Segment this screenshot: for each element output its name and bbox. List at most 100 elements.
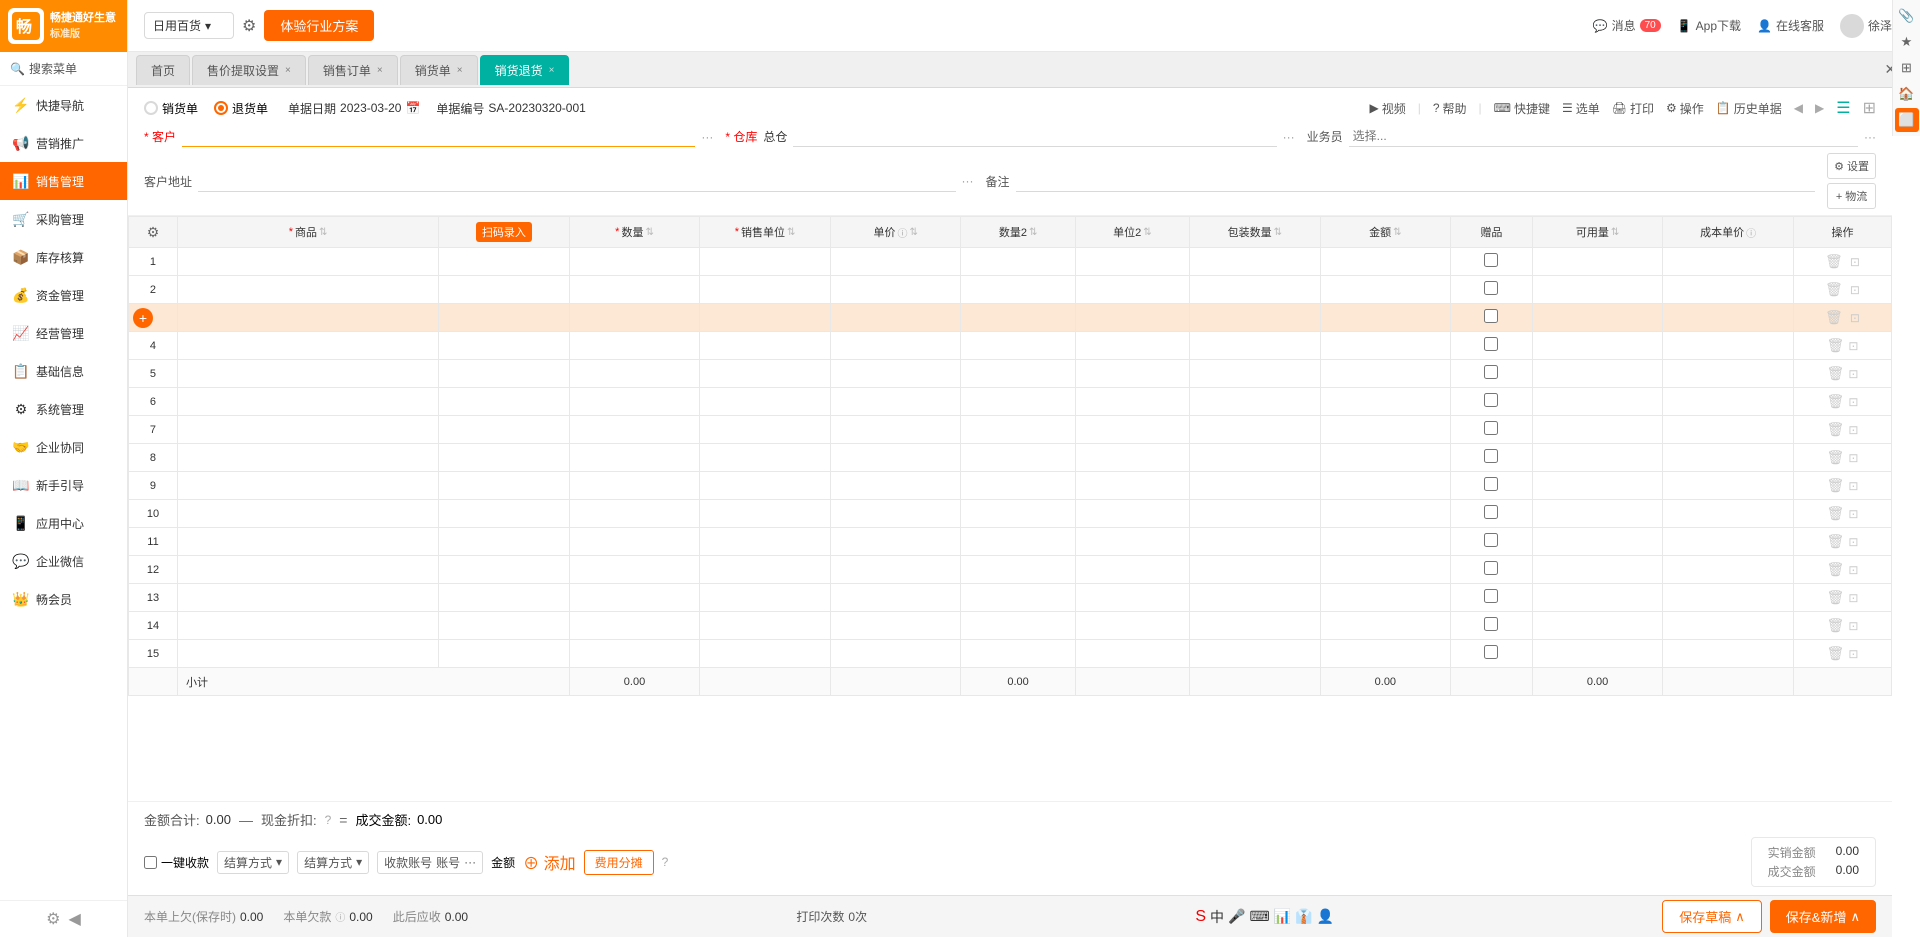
qty2-cell[interactable] — [961, 304, 1075, 332]
product-cell[interactable] — [177, 528, 438, 556]
product-cell[interactable] — [177, 276, 438, 304]
gift-checkbox[interactable] — [1484, 561, 1498, 575]
sidebar-settings-btn[interactable]: ⚙ — [46, 909, 60, 929]
doc-select-btn[interactable]: ☰ 选单 — [1562, 100, 1600, 117]
radio-sales-delivery[interactable]: 销货单 — [144, 100, 198, 117]
sidebar-item-sales[interactable]: 📊 销售管理 — [0, 162, 127, 200]
pack-cell[interactable] — [1189, 276, 1320, 304]
add-row-fee-btn[interactable]: ⊕ 添加 — [523, 850, 575, 874]
product-cell[interactable] — [177, 584, 438, 612]
salesperson-select-btn[interactable]: ··· — [1864, 130, 1876, 144]
sidebar-item-basic[interactable]: 📋 基础信息 — [0, 352, 127, 390]
copy-row-btn[interactable]: ⊡ — [1848, 619, 1858, 633]
gift-checkbox[interactable] — [1484, 645, 1498, 659]
delete-row-btn[interactable]: 🗑 — [1827, 505, 1845, 521]
copy-row-btn[interactable]: ⊡ — [1850, 255, 1860, 269]
one-click-payment-checkbox[interactable]: 一键收款 — [144, 854, 209, 871]
sidebar-item-wechat[interactable]: 💬 企业微信 — [0, 542, 127, 580]
fee-split-btn[interactable]: 费用分摊 — [584, 850, 654, 875]
tab-sales-delivery-close[interactable]: × — [457, 65, 463, 76]
product-cell[interactable] — [177, 472, 438, 500]
product-cell-active[interactable] — [177, 304, 438, 332]
amount-cell[interactable] — [1320, 304, 1451, 332]
unit2-cell[interactable] — [1075, 248, 1189, 276]
avail-cell[interactable] — [1532, 304, 1663, 332]
product-input-active[interactable] — [182, 312, 434, 324]
settings-btn[interactable]: ⚙ 设置 — [1827, 153, 1876, 179]
grid-view-btn[interactable]: ⊞ — [1863, 98, 1876, 118]
unit-cell[interactable] — [700, 276, 831, 304]
gift-checkbox[interactable] — [1484, 617, 1498, 631]
sidebar-item-purchase[interactable]: 🛒 采购管理 — [0, 200, 127, 238]
sidebar-collapse-btn[interactable]: ◀ — [69, 909, 81, 929]
doc-print-btn[interactable]: 🖨 打印 — [1612, 100, 1654, 117]
delete-row-btn[interactable]: 🗑 — [1827, 421, 1845, 437]
app-download-btn[interactable]: 📱 App下载 — [1677, 17, 1741, 34]
tab-sales-delivery[interactable]: 销货单 × — [400, 55, 478, 85]
product-input[interactable] — [182, 256, 434, 268]
price-cell[interactable] — [830, 248, 961, 276]
delete-row-btn[interactable]: 🗑 — [1827, 365, 1845, 381]
product-cell[interactable] — [177, 332, 438, 360]
delete-row-btn[interactable]: 🗑 — [1827, 393, 1845, 409]
gift-checkbox[interactable] — [1484, 365, 1498, 379]
sidebar-item-marketing[interactable]: 📢 营销推广 — [0, 124, 127, 162]
sidebar-item-quicknav[interactable]: ⚡ 快捷导航 — [0, 86, 127, 124]
customer-service-btn[interactable]: 👤 在线客服 — [1757, 17, 1824, 34]
sidebar-item-enterprise[interactable]: 🤝 企业协同 — [0, 428, 127, 466]
gift-checkbox[interactable] — [1484, 309, 1498, 323]
amount-sort-icon[interactable]: ⇅ — [1393, 227, 1401, 238]
calendar-icon[interactable]: 📅 — [405, 101, 420, 115]
gift-checkbox[interactable] — [1484, 589, 1498, 603]
delete-row-btn[interactable]: 🗑 — [1827, 337, 1845, 353]
one-click-payment-input[interactable] — [144, 856, 157, 869]
delete-row-btn[interactable]: 🗑 — [1827, 533, 1845, 549]
delete-row-btn[interactable]: 🗑 — [1827, 617, 1845, 633]
unit2-cell[interactable] — [1075, 304, 1189, 332]
gift-checkbox[interactable] — [1484, 337, 1498, 351]
delete-row-btn[interactable]: 🗑 — [1827, 561, 1845, 577]
copy-row-btn[interactable]: ⊡ — [1848, 479, 1858, 493]
save-new-btn[interactable]: 保存&新增 ∧ — [1770, 900, 1876, 933]
doc-history-btn[interactable]: 📋 历史单据 — [1716, 100, 1782, 117]
gift-checkbox[interactable] — [1484, 393, 1498, 407]
price-cell[interactable] — [830, 276, 961, 304]
warehouse-input[interactable] — [793, 126, 1276, 147]
gift-checkbox[interactable] — [1484, 449, 1498, 463]
search-menu-item[interactable]: 🔍 搜索菜单 — [0, 52, 127, 86]
product-cell[interactable] — [177, 612, 438, 640]
copy-row-btn[interactable]: ⊡ — [1848, 423, 1858, 437]
gift-checkbox[interactable] — [1484, 281, 1498, 295]
delete-row-btn[interactable]: 🗑 — [1825, 309, 1843, 325]
print-count-item[interactable]: 打印次数 0次 — [796, 908, 867, 925]
customer-input[interactable] — [182, 126, 695, 147]
delete-row-btn[interactable]: 🗑 — [1825, 253, 1843, 269]
tab-sales-return-close[interactable]: × — [549, 65, 555, 76]
doc-shortcut-btn[interactable]: ⌨ 快捷键 — [1494, 100, 1550, 117]
gift-checkbox[interactable] — [1484, 253, 1498, 267]
copy-row-btn[interactable]: ⊡ — [1848, 395, 1858, 409]
product-cell[interactable] — [177, 556, 438, 584]
qty-cell[interactable] — [569, 304, 700, 332]
gift-checkbox[interactable] — [1484, 505, 1498, 519]
settings-gear-icon[interactable]: ⚙ — [242, 16, 256, 36]
amount-cell[interactable] — [1320, 248, 1451, 276]
unit2-cell[interactable] — [1075, 276, 1189, 304]
price-cell[interactable] — [830, 304, 961, 332]
prev-doc-btn[interactable]: ◀ — [1794, 101, 1803, 115]
gift-checkbox[interactable] — [1484, 533, 1498, 547]
salesperson-input[interactable] — [1349, 126, 1858, 147]
delete-row-btn[interactable]: 🗑 — [1827, 449, 1845, 465]
copy-row-btn[interactable]: ⊡ — [1848, 563, 1858, 577]
tab-home[interactable]: 首页 — [136, 55, 190, 85]
product-cell[interactable] — [177, 416, 438, 444]
list-view-btn[interactable]: ☰ — [1836, 98, 1850, 118]
fee-question-icon[interactable]: ? — [662, 855, 669, 869]
notification-btn[interactable]: 💬 消息 70 — [1593, 17, 1661, 34]
avail-cell[interactable] — [1532, 248, 1663, 276]
unit2-sort-icon[interactable]: ⇅ — [1143, 227, 1151, 238]
tab-sales-order-close[interactable]: × — [377, 65, 383, 76]
unit-sort-icon[interactable]: ⇅ — [787, 227, 795, 238]
qty2-cell[interactable] — [961, 276, 1075, 304]
unit-cell[interactable] — [700, 304, 831, 332]
